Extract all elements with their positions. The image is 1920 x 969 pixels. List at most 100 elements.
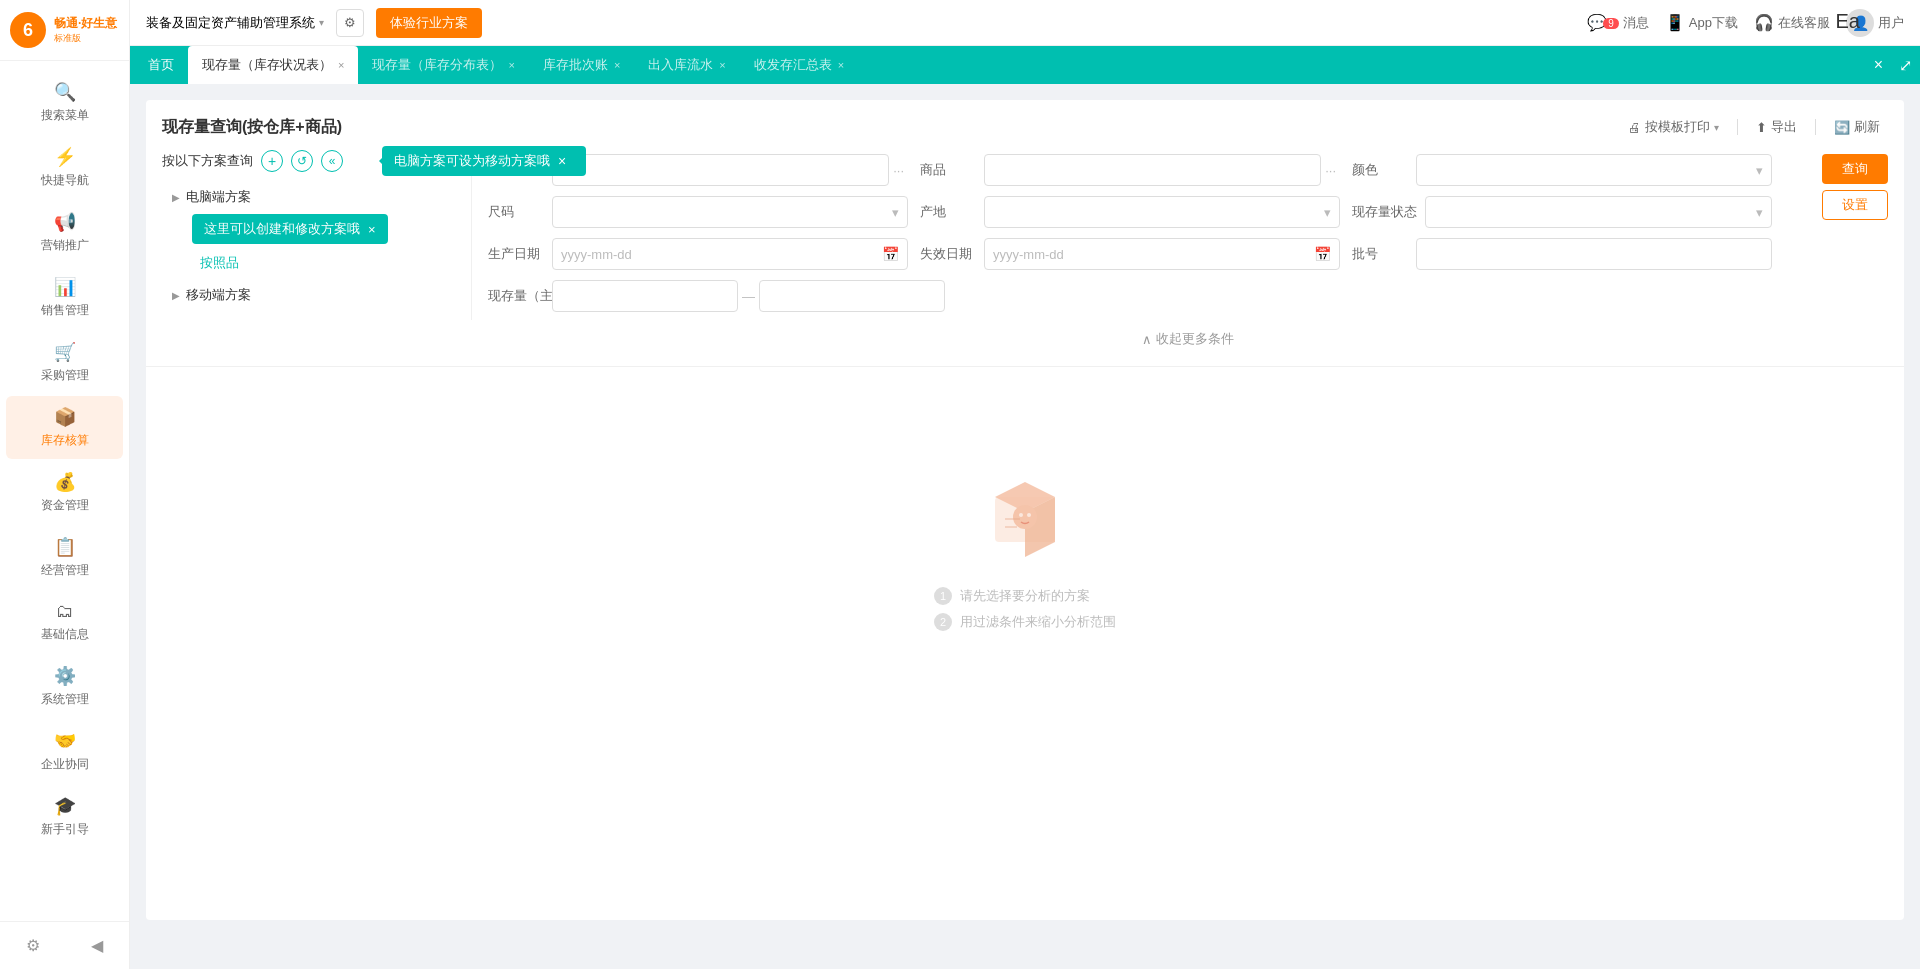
- sales-icon: 📊: [54, 276, 76, 298]
- cycle-icon: ↺: [297, 154, 307, 168]
- size-dropdown-icon: ▾: [892, 205, 899, 220]
- purchase-icon: 🛒: [54, 341, 76, 363]
- tooltip1: 电脑方案可设为移动方案哦 ×: [382, 146, 586, 176]
- tab-close-summary[interactable]: ×: [838, 59, 844, 71]
- size-select[interactable]: ▾: [552, 196, 908, 228]
- tab-close-inout[interactable]: ×: [719, 59, 725, 71]
- page-header: 现存量查询(按仓库+商品) 🖨 按模板打印 ▾ ⬆ 导出 🔄 刷新: [146, 100, 1904, 150]
- filter-back-button[interactable]: «: [321, 150, 343, 172]
- goods-label: 商品: [920, 161, 976, 179]
- guide-icon: 🎓: [54, 795, 76, 817]
- sidebar-item-sales[interactable]: 📊 销售管理: [6, 266, 123, 329]
- sidebar-item-system[interactable]: ⚙️ 系统管理: [6, 655, 123, 718]
- sidebar-item-operations[interactable]: 📋 经营管理: [6, 526, 123, 589]
- svg-point-5: [1027, 513, 1031, 517]
- scheme-item-container: 按照品: [162, 250, 459, 276]
- user-display-text: Ea: [1836, 10, 1860, 33]
- filter-row-3: 生产日期 yyyy-mm-dd 📅 失效日期: [488, 238, 1804, 270]
- filter-cycle-button[interactable]: ↺: [291, 150, 313, 172]
- sidebar-item-guide[interactable]: 🎓 新手引导: [6, 785, 123, 848]
- tab-inout[interactable]: 出入库流水 ×: [634, 46, 739, 84]
- expiry-date-input[interactable]: yyyy-mm-dd 📅: [984, 238, 1340, 270]
- filter-header: 按以下方案查询 + ↺ « 电脑方案可设为移动方案哦 ×: [162, 150, 459, 172]
- filter-color: 颜色 ▾: [1352, 154, 1772, 186]
- batch-input[interactable]: [1416, 238, 1772, 270]
- scheme-mobile[interactable]: ▶ 移动端方案: [162, 282, 459, 308]
- reset-button[interactable]: 设置: [1822, 190, 1888, 220]
- expiry-date-label: 失效日期: [920, 245, 976, 263]
- tab-inventory-status[interactable]: 现存量（库存状况表） ×: [188, 46, 358, 84]
- sidebar-item-basic[interactable]: 🗂 基础信息: [6, 591, 123, 653]
- tab-inventory-dist[interactable]: 现存量（库存分布表） ×: [358, 46, 528, 84]
- color-select[interactable]: ▾: [1416, 154, 1772, 186]
- print-dropdown-icon: ▾: [1714, 122, 1719, 133]
- origin-select[interactable]: ▾: [984, 196, 1340, 228]
- warehouse-dots[interactable]: ···: [889, 163, 908, 178]
- marketing-icon: 📢: [54, 211, 76, 233]
- sidebar-item-inventory[interactable]: 📦 库存核算: [6, 396, 123, 459]
- tab-home[interactable]: 首页: [134, 50, 188, 80]
- chevron-down-icon: ▾: [319, 17, 324, 28]
- tab-close-inventory-dist[interactable]: ×: [508, 59, 514, 71]
- tab-expand-button[interactable]: ⤢: [1895, 52, 1916, 79]
- filter-stock-status: 现存量状态 ▾: [1352, 196, 1772, 228]
- export-button[interactable]: ⬆ 导出: [1748, 114, 1805, 140]
- scheme-desktop[interactable]: ▶ 电脑端方案: [162, 184, 459, 210]
- scheme-item-by-goods[interactable]: 按照品: [190, 250, 459, 276]
- message-button[interactable]: 💬 9 消息: [1587, 13, 1649, 32]
- app-download-button[interactable]: 📱 App下载: [1665, 13, 1738, 32]
- color-label: 颜色: [1352, 161, 1408, 179]
- tab-summary[interactable]: 收发存汇总表 ×: [740, 46, 858, 84]
- sidebar-item-enterprise[interactable]: 🤝 企业协同: [6, 720, 123, 783]
- page-actions: 🖨 按模板打印 ▾ ⬆ 导出 🔄 刷新: [1620, 114, 1888, 140]
- production-date-input[interactable]: yyyy-mm-dd 📅: [552, 238, 908, 270]
- search-button[interactable]: 查询: [1822, 154, 1888, 184]
- print-button[interactable]: 🖨 按模板打印 ▾: [1620, 114, 1727, 140]
- stock-status-select[interactable]: ▾: [1425, 196, 1772, 228]
- sidebar-item-marketing[interactable]: 📢 营销推广: [6, 201, 123, 264]
- stock-main-from-input[interactable]: [552, 280, 738, 312]
- sidebar-item-search[interactable]: 🔍 搜索菜单: [6, 71, 123, 134]
- sidebar-item-purchase[interactable]: 🛒 采购管理: [6, 331, 123, 394]
- sidebar-collapse-button[interactable]: ◀: [83, 932, 111, 959]
- trial-button[interactable]: 体验行业方案: [376, 8, 482, 38]
- goods-dots[interactable]: ···: [1321, 163, 1340, 178]
- tab-close-all-button[interactable]: ×: [1870, 52, 1887, 78]
- sidebar-item-finance[interactable]: 💰 资金管理: [6, 461, 123, 524]
- production-date-label: 生产日期: [488, 245, 544, 263]
- inventory-icon: 📦: [54, 406, 76, 428]
- collapse-button[interactable]: ∧ 收起更多条件: [1142, 330, 1234, 348]
- refresh-button[interactable]: 🔄 刷新: [1826, 114, 1888, 140]
- tab-close-inventory-status[interactable]: ×: [338, 59, 344, 71]
- tab-batch[interactable]: 库存批次账 ×: [529, 46, 634, 84]
- sidebar-nav: 🔍 搜索菜单 ⚡ 快捷导航 📢 营销推广 📊 销售管理 🛒 采购管理 📦 库存核…: [0, 61, 129, 921]
- sidebar-bottom: ⚙ ◀: [0, 921, 129, 969]
- tab-close-batch[interactable]: ×: [614, 59, 620, 71]
- search-buttons: 查询 设置: [1822, 154, 1888, 220]
- sidebar-settings-button[interactable]: ⚙: [18, 932, 48, 959]
- settings-button[interactable]: ⚙: [336, 9, 364, 37]
- tooltip1-close-button[interactable]: ×: [558, 153, 566, 169]
- finance-icon: 💰: [54, 471, 76, 493]
- filter-row-4: 现存量（主） —: [488, 280, 1804, 312]
- arrow-icon: ▶: [172, 192, 180, 203]
- goods-select[interactable]: [984, 154, 1321, 186]
- sidebar-item-quick[interactable]: ⚡ 快捷导航: [6, 136, 123, 199]
- main-content: 现存量查询(按仓库+商品) 🖨 按模板打印 ▾ ⬆ 导出 🔄 刷新: [130, 84, 1920, 969]
- page-title: 现存量查询(按仓库+商品): [162, 117, 342, 138]
- tooltip2-close-button[interactable]: ×: [368, 222, 376, 237]
- logo-text: 畅通·好生意 标准版: [54, 15, 117, 45]
- filter-row-1: 仓库 ··· 商品: [488, 154, 1804, 186]
- search-icon: 🔍: [54, 81, 76, 103]
- support-button[interactable]: 🎧 在线客服: [1754, 13, 1830, 32]
- print-icon: 🖨: [1628, 120, 1641, 135]
- calendar-icon: 📅: [882, 246, 899, 262]
- warehouse-select[interactable]: [552, 154, 889, 186]
- origin-dropdown-icon: ▾: [1324, 205, 1331, 220]
- export-icon: ⬆: [1756, 120, 1767, 135]
- stock-main-to-input[interactable]: [759, 280, 945, 312]
- system-selector[interactable]: 装备及固定资产辅助管理系统 ▾: [146, 14, 324, 32]
- lightning-icon: ⚡: [54, 146, 76, 168]
- color-dropdown-icon: ▾: [1756, 163, 1763, 178]
- filter-add-button[interactable]: +: [261, 150, 283, 172]
